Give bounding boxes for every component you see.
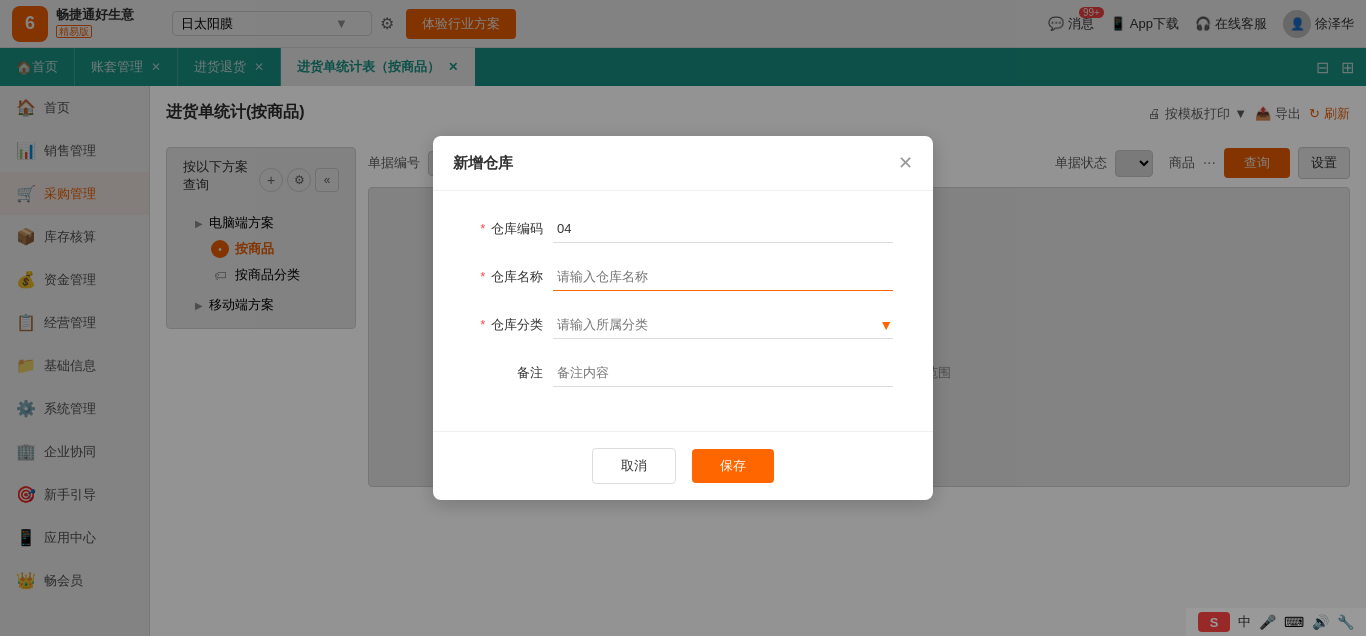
modal-header: 新增仓库 ✕ <box>433 136 933 191</box>
form-row-name: * 仓库名称 <box>473 263 893 291</box>
category-dropdown-icon[interactable]: ▼ <box>879 317 893 333</box>
code-input[interactable] <box>553 215 893 243</box>
category-select-wrap: ▼ <box>553 311 893 339</box>
modal-body: * 仓库编码 * 仓库名称 * 仓库分类 <box>433 191 933 431</box>
modal-title: 新增仓库 <box>453 154 513 173</box>
modal-close-button[interactable]: ✕ <box>898 152 913 174</box>
form-row-category: * 仓库分类 ▼ <box>473 311 893 339</box>
code-label: * 仓库编码 <box>473 220 553 238</box>
category-label: * 仓库分类 <box>473 316 553 334</box>
modal-overlay: 新增仓库 ✕ * 仓库编码 * 仓库名称 <box>0 0 1366 636</box>
cancel-button[interactable]: 取消 <box>592 448 676 484</box>
new-warehouse-modal: 新增仓库 ✕ * 仓库编码 * 仓库名称 <box>433 136 933 500</box>
form-row-note: 备注 <box>473 359 893 387</box>
modal-footer: 取消 保存 <box>433 431 933 500</box>
name-label: * 仓库名称 <box>473 268 553 286</box>
note-label: 备注 <box>473 364 553 382</box>
form-row-code: * 仓库编码 <box>473 215 893 243</box>
category-input[interactable] <box>553 311 879 338</box>
name-input[interactable] <box>553 263 893 291</box>
note-input[interactable] <box>553 359 893 387</box>
save-button[interactable]: 保存 <box>692 449 774 483</box>
